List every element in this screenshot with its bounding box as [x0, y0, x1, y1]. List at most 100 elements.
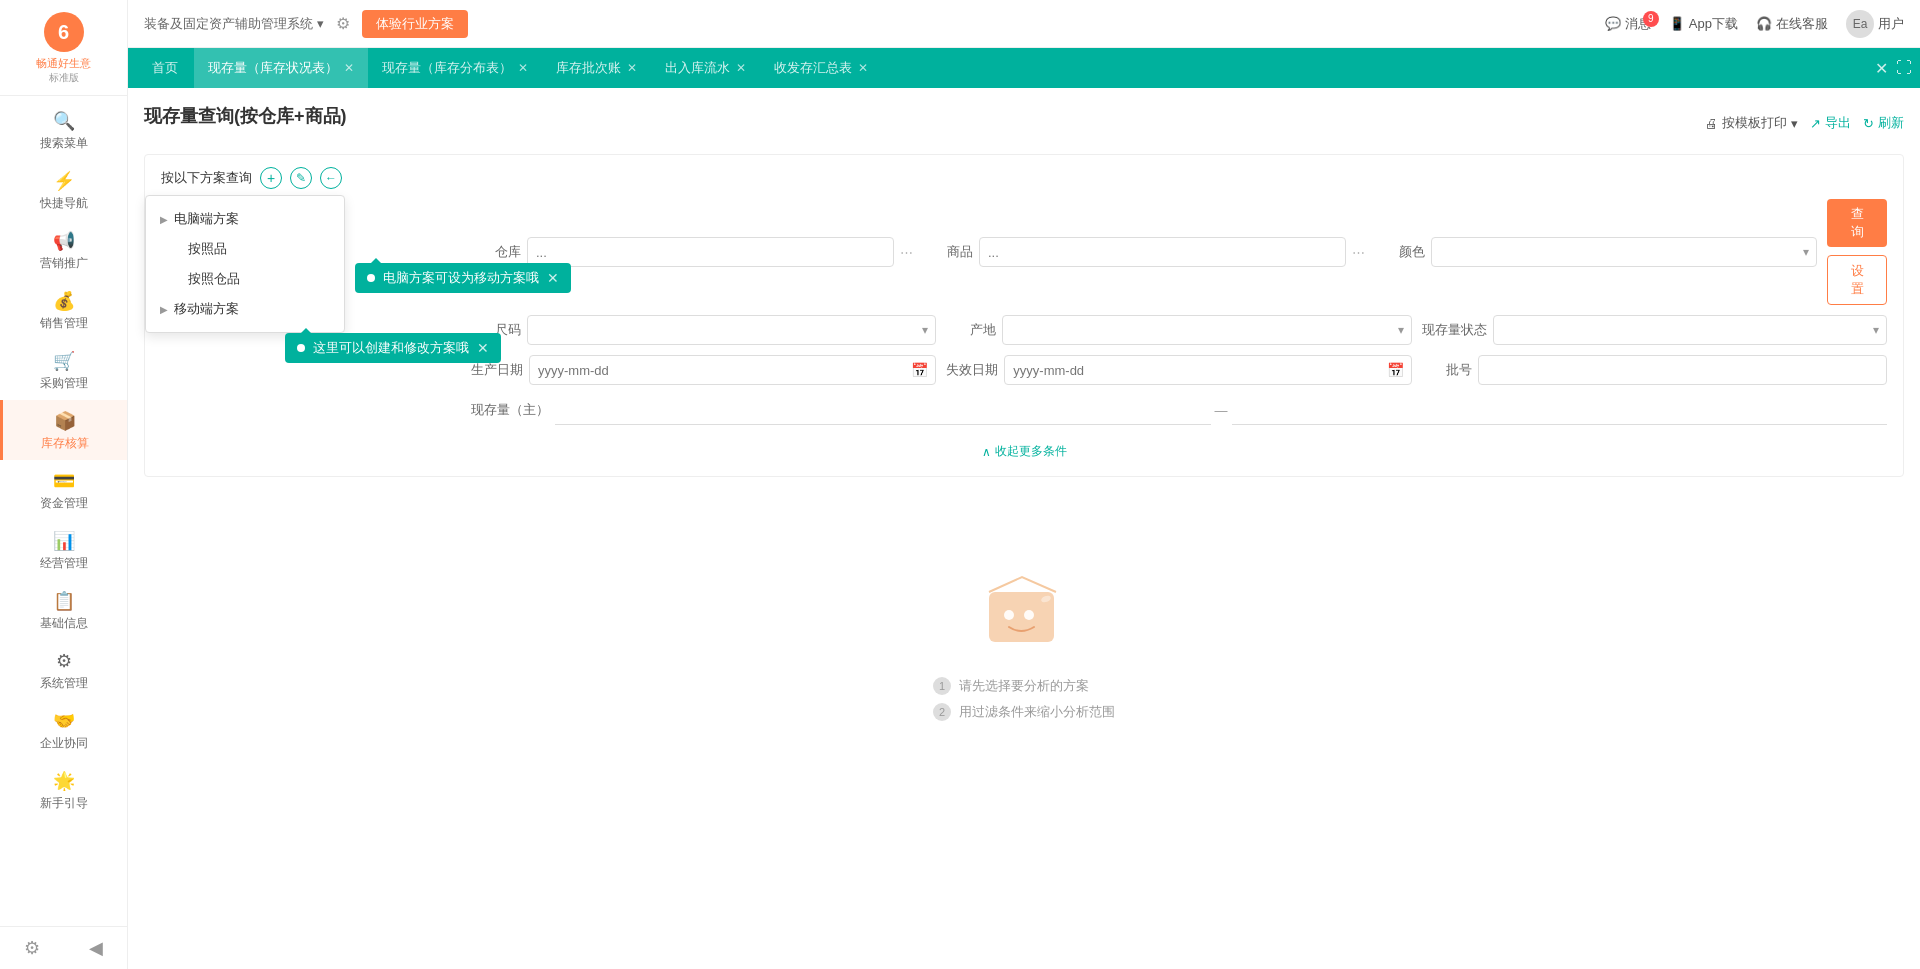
svg-point-1	[1004, 610, 1014, 620]
scheme-item-2[interactable]: 按照仓品	[174, 264, 344, 294]
refresh-action[interactable]: ↻ 刷新	[1863, 114, 1904, 132]
tab-inventory-dist[interactable]: 现存量（库存分布表） ✕	[368, 48, 542, 88]
back-scheme-button[interactable]: ←	[320, 167, 342, 189]
filter-toolbar-left: 按以下方案查询 + ✎ ←	[161, 167, 342, 189]
collapse-up-icon: ∧	[982, 445, 991, 459]
sidebar-item-finance[interactable]: 💳 资金管理	[0, 460, 127, 520]
dropdown-arrow-icon: ▾	[317, 16, 324, 31]
sidebar-item-marketing[interactable]: 📢 营销推广	[0, 220, 127, 280]
tab-inventory-dist-close[interactable]: ✕	[518, 61, 528, 75]
refresh-icon: ↻	[1863, 116, 1874, 131]
origin-select[interactable]	[1002, 315, 1411, 345]
settings-bottom-icon[interactable]: ⚙	[24, 937, 40, 959]
collapse-filter-bar[interactable]: ∧ 收起更多条件	[161, 435, 1887, 464]
warehouse-input[interactable]	[527, 237, 894, 267]
tab-inventory-status-label: 现存量（库存状况表）	[208, 59, 338, 77]
tab-batch-account-label: 库存批次账	[556, 59, 621, 77]
notification-action[interactable]: 💬 消息 9	[1605, 15, 1651, 33]
export-action[interactable]: ↗ 导出	[1810, 114, 1851, 132]
batch-no-input[interactable]	[1478, 355, 1887, 385]
filter-toolbar: 按以下方案查询 + ✎ ←	[161, 167, 1887, 189]
filter-batch-no: 批号	[1422, 355, 1887, 385]
sidebar-item-collab[interactable]: 🤝 企业协同	[0, 700, 127, 760]
empty-hints: 1 请先选择要分析的方案 2 用过滤条件来缩小分析范围	[933, 677, 1115, 729]
main-area: 装备及固定资产辅助管理系统 ▾ ⚙ 体验行业方案 💬 消息 9 📱 App下载 …	[128, 0, 1920, 969]
scheme-section-mobile[interactable]: ▶ 移动端方案	[146, 294, 344, 324]
scheme-mobile-triangle-icon: ▶	[160, 304, 168, 315]
logo-icon: 6	[44, 12, 84, 52]
search-button[interactable]: 查询	[1827, 199, 1887, 247]
scheme-item-1[interactable]: 按照品	[174, 234, 344, 264]
tooltip2-close-icon[interactable]: ✕	[477, 340, 489, 356]
stock-qty-from[interactable]	[555, 395, 1211, 425]
sidebar: 6 畅通好生意 标准版 🔍 搜索菜单 ⚡ 快捷导航 📢 营销推广 💰 销售管理 …	[0, 0, 128, 969]
tab-receive-summary-label: 收发存汇总表	[774, 59, 852, 77]
purchase-icon: 🛒	[53, 350, 75, 372]
tab-inout-flow-close[interactable]: ✕	[736, 61, 746, 75]
sidebar-item-search[interactable]: 🔍 搜索菜单	[0, 100, 127, 160]
page-title: 现存量查询(按仓库+商品)	[144, 104, 347, 128]
notification-badge: 9	[1643, 11, 1659, 27]
size-select[interactable]	[527, 315, 936, 345]
filter-row-3: 生产日期 📅 失效日期 📅 批号	[471, 355, 1887, 385]
sidebar-item-system[interactable]: ⚙ 系统管理	[0, 640, 127, 700]
tab-inventory-status[interactable]: 现存量（库存状况表） ✕	[194, 48, 368, 88]
sidebar-item-basicinfo[interactable]: 📋 基础信息	[0, 580, 127, 640]
sidebar-item-purchase[interactable]: 🛒 采购管理	[0, 340, 127, 400]
color-select[interactable]	[1431, 237, 1817, 267]
filter-area: 按以下方案查询 + ✎ ← ▶ 电脑端方案 按照品	[144, 154, 1904, 477]
tab-home[interactable]: 首页	[136, 48, 194, 88]
tab-batch-account-close[interactable]: ✕	[627, 61, 637, 75]
scheme-panel: ▶ 电脑端方案 按照品 按照仓品 ▶ 移动端方案	[145, 195, 345, 333]
system-selector[interactable]: 装备及固定资产辅助管理系统 ▾	[144, 15, 324, 33]
prod-date-start-wrap: 📅	[529, 355, 936, 385]
prod-date-start[interactable]	[529, 355, 936, 385]
trial-button[interactable]: 体验行业方案	[362, 10, 468, 38]
tab-receive-summary-close[interactable]: ✕	[858, 61, 868, 75]
tooltip-dot-icon	[367, 274, 375, 282]
stock-status-select[interactable]	[1493, 315, 1887, 345]
tab-receive-summary[interactable]: 收发存汇总表 ✕	[760, 48, 882, 88]
filter-label: 按以下方案查询	[161, 169, 252, 187]
sidebar-item-quicknav[interactable]: ⚡ 快捷导航	[0, 160, 127, 220]
size-select-wrap	[527, 315, 936, 345]
sidebar-item-sales[interactable]: 💰 销售管理	[0, 280, 127, 340]
online-support-action[interactable]: 🎧 在线客服	[1756, 15, 1828, 33]
sidebar-item-operations[interactable]: 📊 经营管理	[0, 520, 127, 580]
tab-batch-account[interactable]: 库存批次账 ✕	[542, 48, 651, 88]
sidebar-item-guide[interactable]: 🌟 新手引导	[0, 760, 127, 820]
add-scheme-button[interactable]: +	[260, 167, 282, 189]
filter-stock-qty: 现存量（主） —	[471, 395, 1887, 425]
stock-qty-to[interactable]	[1232, 395, 1888, 425]
collapse-sidebar-icon[interactable]: ◀	[89, 937, 103, 959]
empty-state: 1 请先选择要分析的方案 2 用过滤条件来缩小分析范围	[144, 477, 1904, 809]
scheme-section-desktop[interactable]: ▶ 电脑端方案	[146, 204, 344, 234]
filter-origin: 产地	[946, 315, 1411, 345]
tabs-expand-icon[interactable]: ⛶	[1896, 59, 1912, 78]
sidebar-item-inventory[interactable]: 📦 库存核算	[0, 400, 127, 460]
tooltip1-close-icon[interactable]: ✕	[547, 270, 559, 286]
reset-button[interactable]: 设置	[1827, 255, 1887, 305]
goods-input[interactable]	[979, 237, 1346, 267]
user-action[interactable]: Ea 用户	[1846, 10, 1904, 38]
tabs-close-all-icon[interactable]: ✕	[1875, 59, 1888, 78]
sales-icon: 💰	[53, 290, 75, 312]
tab-inventory-status-close[interactable]: ✕	[344, 61, 354, 75]
message-icon: 💬	[1605, 16, 1621, 31]
tab-inout-flow[interactable]: 出入库流水 ✕	[651, 48, 760, 88]
user-label: 用户	[1878, 15, 1904, 33]
svg-point-2	[1024, 610, 1034, 620]
print-action[interactable]: 🖨 按模板打印 ▾	[1705, 114, 1798, 132]
header-settings-icon[interactable]: ⚙	[336, 14, 350, 33]
logo-text: 畅通好生意	[36, 56, 91, 71]
edit-scheme-button[interactable]: ✎	[290, 167, 312, 189]
stock-qty-range: —	[555, 395, 1887, 425]
empty-hint-1: 1 请先选择要分析的方案	[933, 677, 1115, 695]
expiry-date-input[interactable]	[1004, 355, 1411, 385]
inventory-icon: 📦	[54, 410, 76, 432]
basicinfo-icon: 📋	[53, 590, 75, 612]
app-download-action[interactable]: 📱 App下载	[1669, 15, 1738, 33]
tabs-bar: 首页 现存量（库存状况表） ✕ 现存量（库存分布表） ✕ 库存批次账 ✕ 出入库…	[128, 48, 1920, 88]
color-select-wrap	[1431, 237, 1817, 267]
print-dropdown-icon: ▾	[1791, 116, 1798, 131]
